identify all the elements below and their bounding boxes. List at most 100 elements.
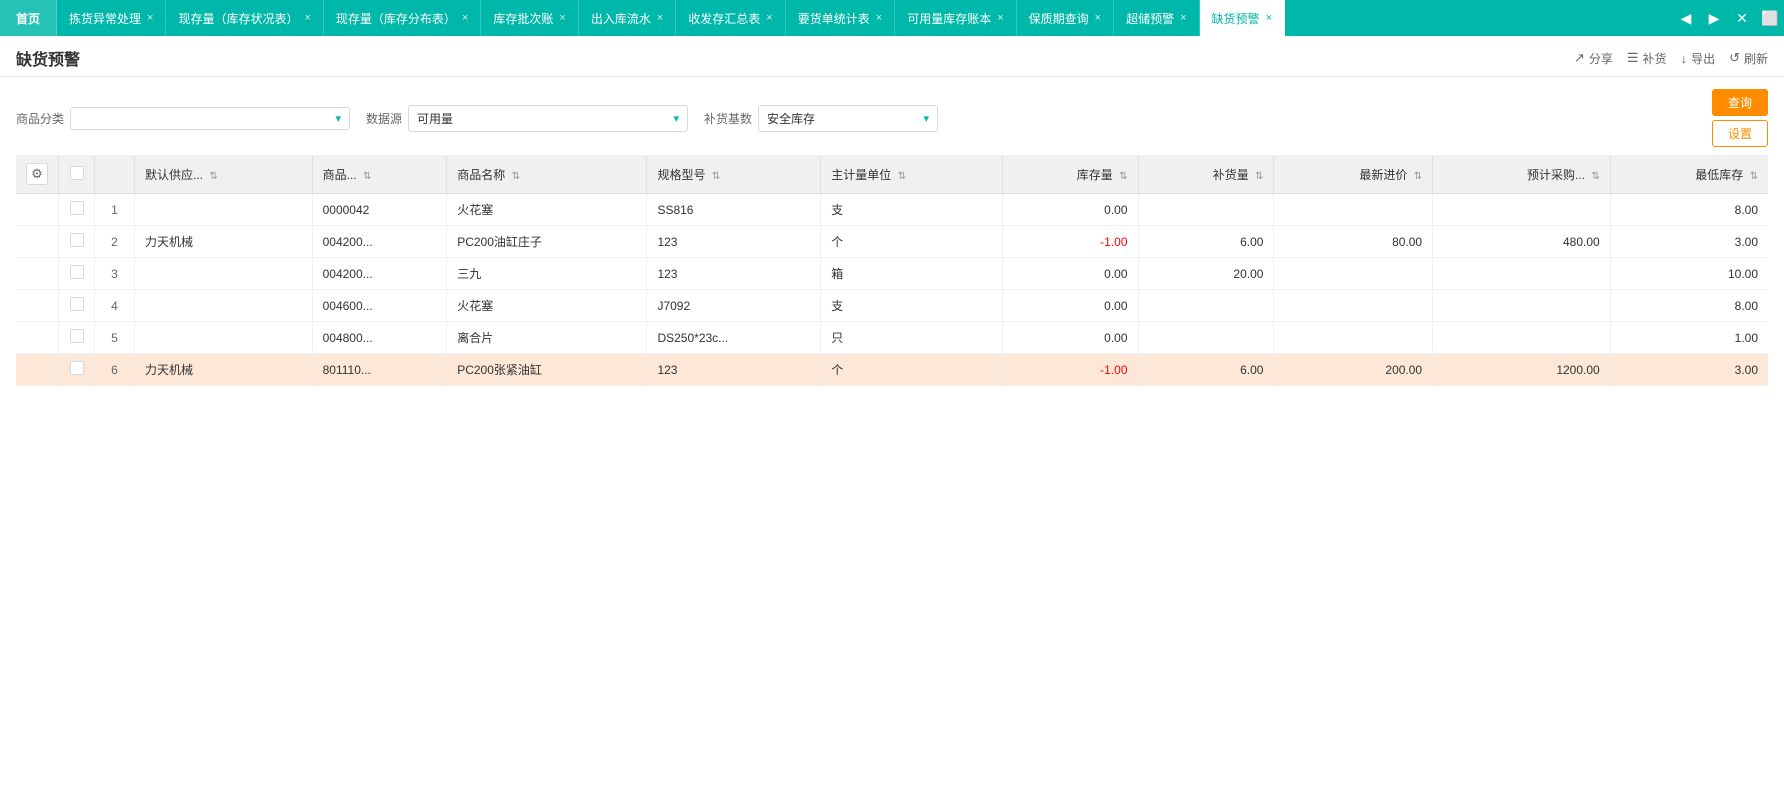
category-filter: 商品分类 ▾ (16, 107, 350, 130)
row-est-purchase (1433, 290, 1611, 322)
row-checkbox[interactable] (70, 297, 84, 311)
col-spec: 规格型号 ⇅ (647, 155, 821, 194)
datasource-chevron-icon: ▾ (674, 112, 680, 125)
row-spec: 123 (647, 226, 821, 258)
row-settings (16, 258, 59, 290)
close-tab-icon[interactable]: × (1266, 12, 1272, 24)
page-title: 缺货预警 (16, 46, 80, 70)
close-tab-icon[interactable]: × (876, 12, 882, 24)
row-stock: 0.00 (1002, 194, 1138, 226)
sort-replenish-icon[interactable]: ⇅ (1255, 171, 1263, 182)
nav-tab-recv-summary[interactable]: 收发存汇总表 × (676, 0, 785, 36)
close-tab-icon[interactable]: × (657, 12, 663, 24)
nav-prev-button[interactable]: ◀ (1672, 0, 1700, 36)
share-action[interactable]: ↗ 分享 (1574, 50, 1613, 67)
sort-latest-price-icon[interactable]: ⇅ (1414, 171, 1422, 182)
nav-tab-home[interactable]: 首页 (0, 0, 57, 36)
sort-min-stock-icon[interactable]: ⇅ (1750, 171, 1758, 182)
col-unit: 主计量单位 ⇅ (821, 155, 1002, 194)
close-tab-icon[interactable]: × (462, 12, 468, 24)
sort-product-name-icon[interactable]: ⇅ (512, 171, 520, 182)
nav-tab-shortage[interactable]: 缺货预警 × (1200, 0, 1285, 36)
row-stock: 0.00 (1002, 258, 1138, 290)
row-unit: 支 (821, 290, 1002, 322)
sort-supplier-icon[interactable]: ⇅ (209, 171, 217, 182)
table-container: ⚙ 默认供应... ⇅ 商品... ⇅ 商品名称 (0, 155, 1784, 386)
check-all-checkbox[interactable] (70, 166, 84, 180)
col-unit-label: 主计量单位 (831, 168, 891, 182)
row-num: 2 (95, 226, 135, 258)
row-replenish: 20.00 (1138, 258, 1274, 290)
row-product-name: PC200张紧油缸 (447, 354, 647, 386)
nav-close-button[interactable]: ✕ (1728, 0, 1756, 36)
row-latest-price (1274, 258, 1433, 290)
close-tab-icon[interactable]: × (1095, 12, 1101, 24)
close-tab-icon[interactable]: × (997, 12, 1003, 24)
row-unit: 箱 (821, 258, 1002, 290)
replenish-action[interactable]: ☰ 补货 (1627, 50, 1667, 67)
row-min-stock: 3.00 (1610, 226, 1768, 258)
page-header: 缺货预警 ↗ 分享 ☰ 补货 ↓ 导出 ↺ 刷新 (0, 36, 1784, 77)
table-row: 4 004600... 火花塞 J7092 支 0.00 8.00 (16, 290, 1768, 322)
close-tab-icon[interactable]: × (147, 12, 153, 24)
table-settings-gear[interactable]: ⚙ (26, 163, 48, 185)
col-min-stock: 最低库存 ⇅ (1610, 155, 1768, 194)
close-tab-icon[interactable]: × (1180, 12, 1186, 24)
row-replenish: 6.00 (1138, 354, 1274, 386)
row-product-name: 离合片 (447, 322, 647, 354)
row-min-stock: 8.00 (1610, 194, 1768, 226)
nav-tab-available-ledger[interactable]: 可用量库存账本 × (895, 0, 1016, 36)
refresh-action[interactable]: ↺ 刷新 (1729, 50, 1768, 67)
nav-tab-inventory-status[interactable]: 现存量（库存状况表） × (166, 0, 323, 36)
export-action[interactable]: ↓ 导出 (1681, 50, 1716, 67)
row-settings (16, 354, 59, 386)
sort-stock-icon[interactable]: ⇅ (1119, 171, 1127, 182)
row-latest-price: 80.00 (1274, 226, 1433, 258)
close-tab-icon[interactable]: × (304, 12, 310, 24)
replenish-base-select[interactable]: 安全库存 ▾ (758, 105, 938, 132)
row-checkbox[interactable] (70, 233, 84, 247)
nav-next-button[interactable]: ▶ (1700, 0, 1728, 36)
nav-maximize-button[interactable]: ⬜ (1756, 0, 1784, 36)
table-row: 5 004800... 离合片 DS250*23c... 只 0.00 1.00 (16, 322, 1768, 354)
row-checkbox[interactable] (70, 265, 84, 279)
sort-product-code-icon[interactable]: ⇅ (363, 171, 371, 182)
nav-tab-inventory-dist[interactable]: 现存量（库存分布表） × (324, 0, 481, 36)
category-chevron-icon: ▾ (335, 112, 341, 125)
sort-spec-icon[interactable]: ⇅ (712, 171, 720, 182)
nav-tab-defect-process[interactable]: 拣货异常处理 × (57, 0, 166, 36)
datasource-select[interactable]: 可用量 ▾ (408, 105, 688, 132)
row-checkbox[interactable] (70, 201, 84, 215)
row-product-code: 0000042 (312, 194, 447, 226)
nav-tab-label: 出入库流水 (591, 10, 651, 27)
row-est-purchase: 1200.00 (1433, 354, 1611, 386)
close-tab-icon[interactable]: × (559, 12, 565, 24)
settings-button[interactable]: 设置 (1712, 120, 1768, 147)
query-button[interactable]: 查询 (1712, 89, 1768, 116)
sort-unit-icon[interactable]: ⇅ (898, 171, 906, 182)
col-stock-label: 库存量 (1077, 168, 1113, 182)
nav-controls: ◀ ▶ ✕ ⬜ (1672, 0, 1784, 36)
export-icon: ↓ (1681, 51, 1688, 66)
sort-est-purchase-icon[interactable]: ⇅ (1591, 171, 1599, 182)
row-check (59, 226, 95, 258)
row-settings (16, 194, 59, 226)
nav-tab-overstock[interactable]: 超储预警 × (1114, 0, 1199, 36)
row-checkbox[interactable] (70, 329, 84, 343)
nav-tab-in-out-flow[interactable]: 出入库流水 × (579, 0, 676, 36)
nav-tab-expiry-query[interactable]: 保质期查询 × (1017, 0, 1114, 36)
col-replenish: 补货量 ⇅ (1138, 155, 1274, 194)
nav-tab-order-stats[interactable]: 要货单统计表 × (786, 0, 895, 36)
close-tab-icon[interactable]: × (766, 12, 772, 24)
col-est-purchase-label: 预计采购... (1527, 168, 1585, 182)
row-supplier (135, 194, 313, 226)
category-select[interactable]: ▾ (70, 107, 350, 130)
row-checkbox[interactable] (70, 361, 84, 375)
nav-tab-batch-account[interactable]: 库存批次账 × (481, 0, 578, 36)
col-est-purchase: 预计采购... ⇅ (1433, 155, 1611, 194)
row-min-stock: 3.00 (1610, 354, 1768, 386)
col-check-all (59, 155, 95, 194)
nav-tab-label: 收发存汇总表 (688, 10, 760, 27)
col-product-name: 商品名称 ⇅ (447, 155, 647, 194)
row-stock: 0.00 (1002, 290, 1138, 322)
